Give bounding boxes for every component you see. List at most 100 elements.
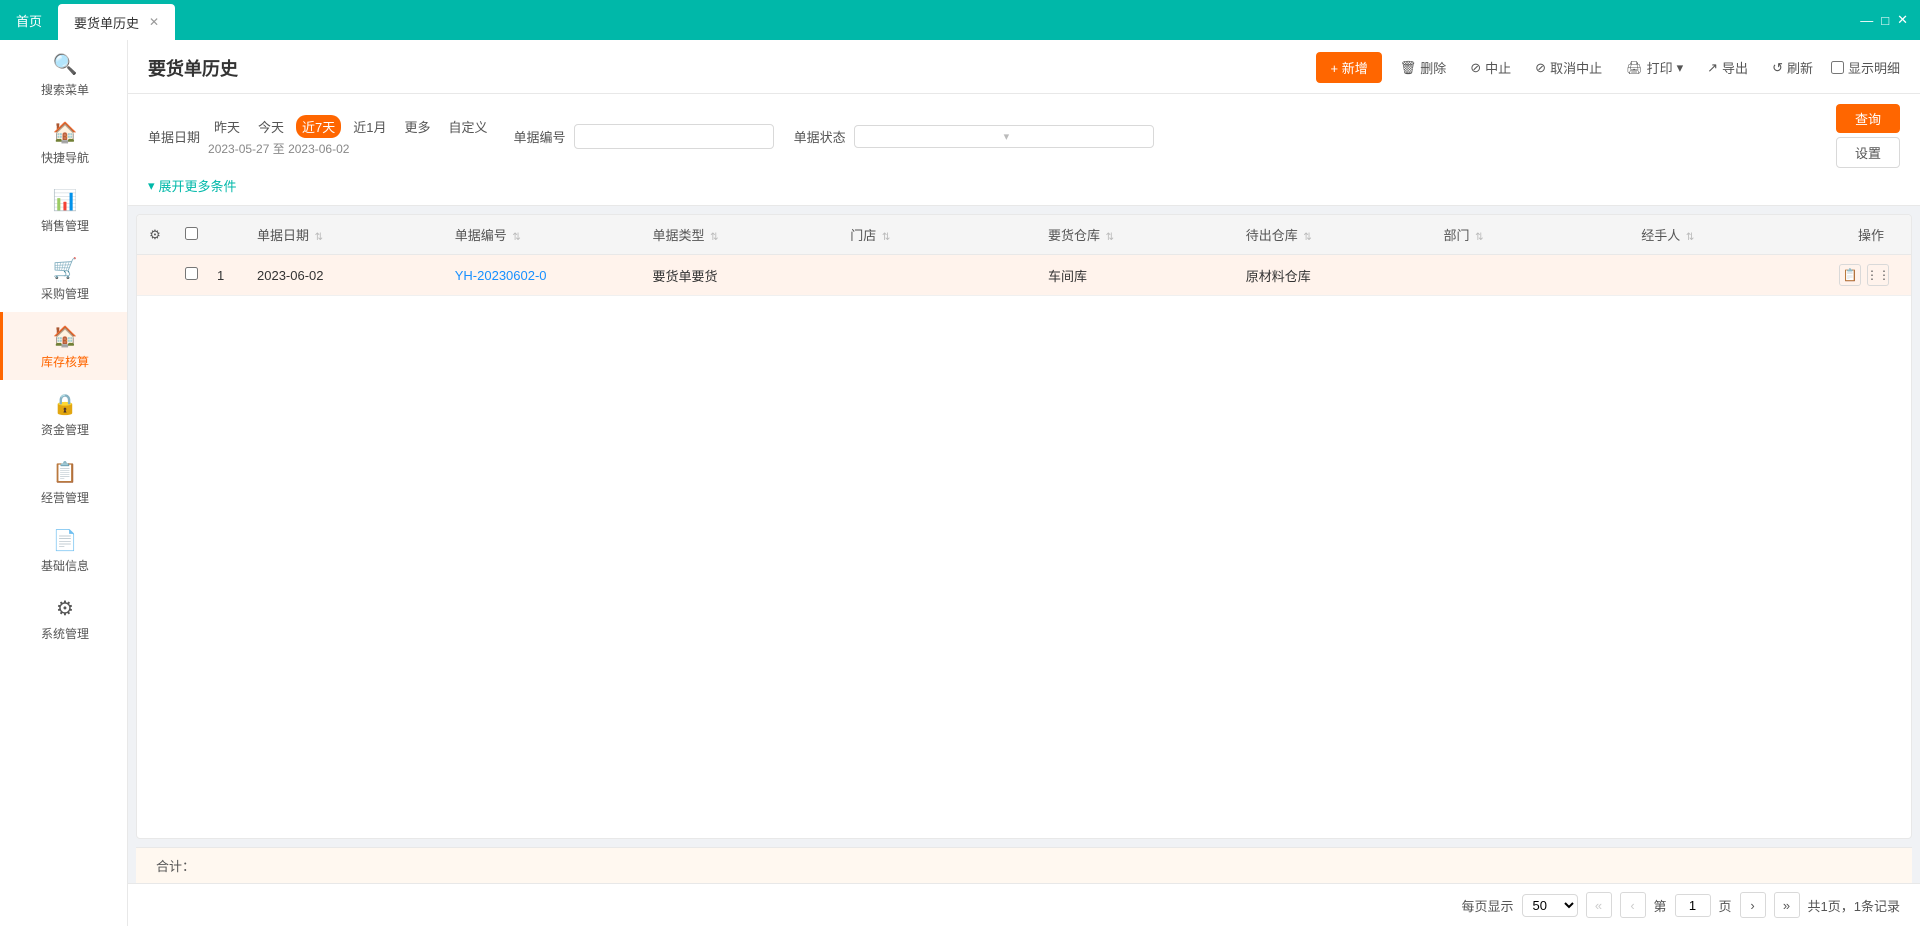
cell-req-warehouse: 车间库	[1040, 255, 1238, 296]
th-gear: ⚙	[137, 215, 173, 255]
expand-more-label: 展开更多条件	[159, 176, 237, 195]
expand-more-row: ▾ 展开更多条件	[148, 176, 1900, 195]
sidebar-item-basic-info[interactable]: 📄 基础信息	[0, 516, 127, 584]
page-title-row: 要货单历史 + 新增 🗑 删除 ⊘ 中止 ⊘ 取消中止	[148, 52, 1900, 83]
last-page-button[interactable]: »	[1774, 892, 1800, 918]
shortcut-more[interactable]: 更多	[399, 115, 437, 138]
minimize-button[interactable]: —	[1860, 13, 1873, 28]
select-all-checkbox[interactable]	[185, 227, 198, 240]
sidebar-item-label-quick: 快捷导航	[41, 149, 89, 166]
shortcut-yesterday[interactable]: 昨天	[208, 115, 246, 138]
pagination-bar: 每页显示 50 10 20 100 « ‹ 第 页 › » 共1页，1条记录	[128, 883, 1920, 926]
doc-status-filter-group: 单据状态 ▾	[794, 125, 1154, 148]
sidebar-item-finance[interactable]: 🔒 资金管理	[0, 380, 127, 448]
sidebar-item-label-search: 搜索菜单	[41, 81, 89, 98]
inventory-icon: 🏠	[53, 324, 78, 349]
page-suffix: 页	[1719, 896, 1732, 915]
sort-doc-date-icon[interactable]: ⇅	[315, 232, 323, 243]
close-button[interactable]: ✕	[1897, 12, 1908, 28]
filter-buttons: 查询 设置	[1836, 104, 1900, 168]
maximize-button[interactable]: □	[1881, 13, 1889, 28]
gear-settings-icon[interactable]: ⚙	[149, 227, 161, 242]
cell-handler	[1633, 255, 1831, 296]
cell-doc-date: 2023-06-02	[249, 255, 447, 296]
cell-checkbox	[173, 255, 209, 296]
sort-req-warehouse-icon[interactable]: ⇅	[1106, 232, 1114, 243]
content-area: 要货单历史 + 新增 🗑 删除 ⊘ 中止 ⊘ 取消中止	[128, 40, 1920, 926]
sidebar-item-search-menu[interactable]: 🔍 搜索菜单	[0, 40, 127, 108]
row-edit-icon[interactable]: 📋	[1839, 264, 1861, 286]
row-action-icons: 📋 ⋮⋮	[1839, 264, 1903, 286]
doc-number-filter-group: 单据编号	[514, 124, 774, 149]
main-layout: 🔍 搜索菜单 🏠 快捷导航 📊 销售管理 🛒 采购管理 🏠 库存核算 🔒 资金管…	[0, 40, 1920, 926]
sidebar-item-sales[interactable]: 📊 销售管理	[0, 176, 127, 244]
doc-status-arrow: ▾	[1004, 130, 1145, 143]
print-dropdown-icon: ▾	[1677, 60, 1684, 76]
cell-actions: 📋 ⋮⋮	[1831, 255, 1911, 296]
sort-handler-icon[interactable]: ⇅	[1686, 232, 1694, 243]
operation-icon: 📋	[53, 460, 78, 485]
sort-department-icon[interactable]: ⇅	[1475, 232, 1483, 243]
th-doc-date: 单据日期 ⇅	[249, 215, 447, 255]
print-icon: 🖨	[1626, 60, 1643, 76]
date-shortcuts-wrap: 昨天 今天 近7天 近1月 更多 自定义 2023-05-27 至 2023-0…	[208, 115, 494, 157]
shortcut-1month[interactable]: 近1月	[347, 115, 392, 138]
tab-history[interactable]: 要货单历史 ✕	[58, 4, 175, 40]
show-detail-checkbox[interactable]	[1831, 61, 1844, 74]
next-page-button[interactable]: ›	[1740, 892, 1766, 918]
table-body: 1 2023-06-02 YH-20230602-0 要货单要货 车间库 原材料…	[137, 255, 1911, 296]
refresh-button[interactable]: ↺ 刷新	[1766, 54, 1819, 81]
page-input[interactable]	[1675, 894, 1711, 917]
delete-button[interactable]: 🗑 删除	[1394, 54, 1453, 81]
shortcut-7days[interactable]: 近7天	[296, 115, 341, 138]
filter-row-1: 单据日期 昨天 今天 近7天 近1月 更多 自定义 2023-05-27 至 2…	[148, 104, 1900, 168]
tab-home-label: 首页	[16, 11, 42, 30]
row-more-icon[interactable]: ⋮⋮	[1867, 264, 1889, 286]
sort-store-icon[interactable]: ⇅	[882, 232, 890, 243]
stop-button[interactable]: ⊘ 中止	[1464, 54, 1517, 81]
table-header-row: ⚙ 单据日期 ⇅ 单据编号 ⇅	[137, 215, 1911, 255]
sidebar-item-operation[interactable]: 📋 经营管理	[0, 448, 127, 516]
show-detail-button[interactable]: 显示明细	[1831, 58, 1900, 77]
sales-icon: 📊	[53, 188, 78, 213]
th-handler: 经手人 ⇅	[1633, 215, 1831, 255]
date-range-text: 2023-05-27 至 2023-06-02	[208, 140, 494, 157]
sort-pending-warehouse-icon[interactable]: ⇅	[1303, 232, 1311, 243]
row-checkbox[interactable]	[185, 267, 198, 280]
tab-home[interactable]: 首页	[0, 0, 58, 40]
sort-doc-type-icon[interactable]: ⇅	[710, 232, 718, 243]
cell-doc-type: 要货单要货	[645, 255, 843, 296]
shortcut-today[interactable]: 今天	[252, 115, 290, 138]
per-page-label: 每页显示	[1461, 896, 1513, 915]
sort-doc-number-icon[interactable]: ⇅	[512, 232, 520, 243]
prev-page-button[interactable]: ‹	[1620, 892, 1646, 918]
search-menu-icon: 🔍	[53, 52, 78, 77]
export-icon: ↗	[1707, 60, 1718, 76]
doc-number-input[interactable]	[574, 124, 774, 149]
basic-info-icon: 📄	[53, 528, 78, 553]
doc-status-select[interactable]: ▾	[854, 125, 1154, 148]
print-button[interactable]: 🖨 打印 ▾	[1620, 54, 1689, 81]
th-doc-type: 单据类型 ⇅	[645, 215, 843, 255]
sidebar-item-inventory[interactable]: 🏠 库存核算	[0, 312, 127, 380]
expand-more-btn[interactable]: ▾ 展开更多条件	[148, 176, 1900, 195]
th-req-warehouse: 要货仓库 ⇅	[1040, 215, 1238, 255]
setting-button[interactable]: 设置	[1836, 137, 1900, 168]
quick-nav-icon: 🏠	[53, 120, 78, 145]
sidebar-item-system[interactable]: ⚙ 系统管理	[0, 584, 127, 652]
expand-more-icon: ▾	[148, 178, 155, 194]
sidebar-item-purchase[interactable]: 🛒 采购管理	[0, 244, 127, 312]
query-button[interactable]: 查询	[1836, 104, 1900, 133]
sidebar-item-quick-nav[interactable]: 🏠 快捷导航	[0, 108, 127, 176]
cancel-stop-button[interactable]: ⊘ 取消中止	[1529, 54, 1608, 81]
page-title: 要货单历史	[148, 55, 238, 81]
export-button[interactable]: ↗ 导出	[1701, 54, 1754, 81]
table-row: 1 2023-06-02 YH-20230602-0 要货单要货 车间库 原材料…	[137, 255, 1911, 296]
new-button[interactable]: + 新增	[1316, 52, 1381, 83]
tab-history-close[interactable]: ✕	[149, 15, 159, 29]
date-shortcuts: 昨天 今天 近7天 近1月 更多 自定义	[208, 115, 494, 138]
shortcut-custom[interactable]: 自定义	[443, 115, 494, 138]
first-page-button[interactable]: «	[1586, 892, 1612, 918]
per-page-select[interactable]: 50 10 20 100	[1522, 894, 1578, 917]
doc-number-link[interactable]: YH-20230602-0	[455, 268, 547, 283]
